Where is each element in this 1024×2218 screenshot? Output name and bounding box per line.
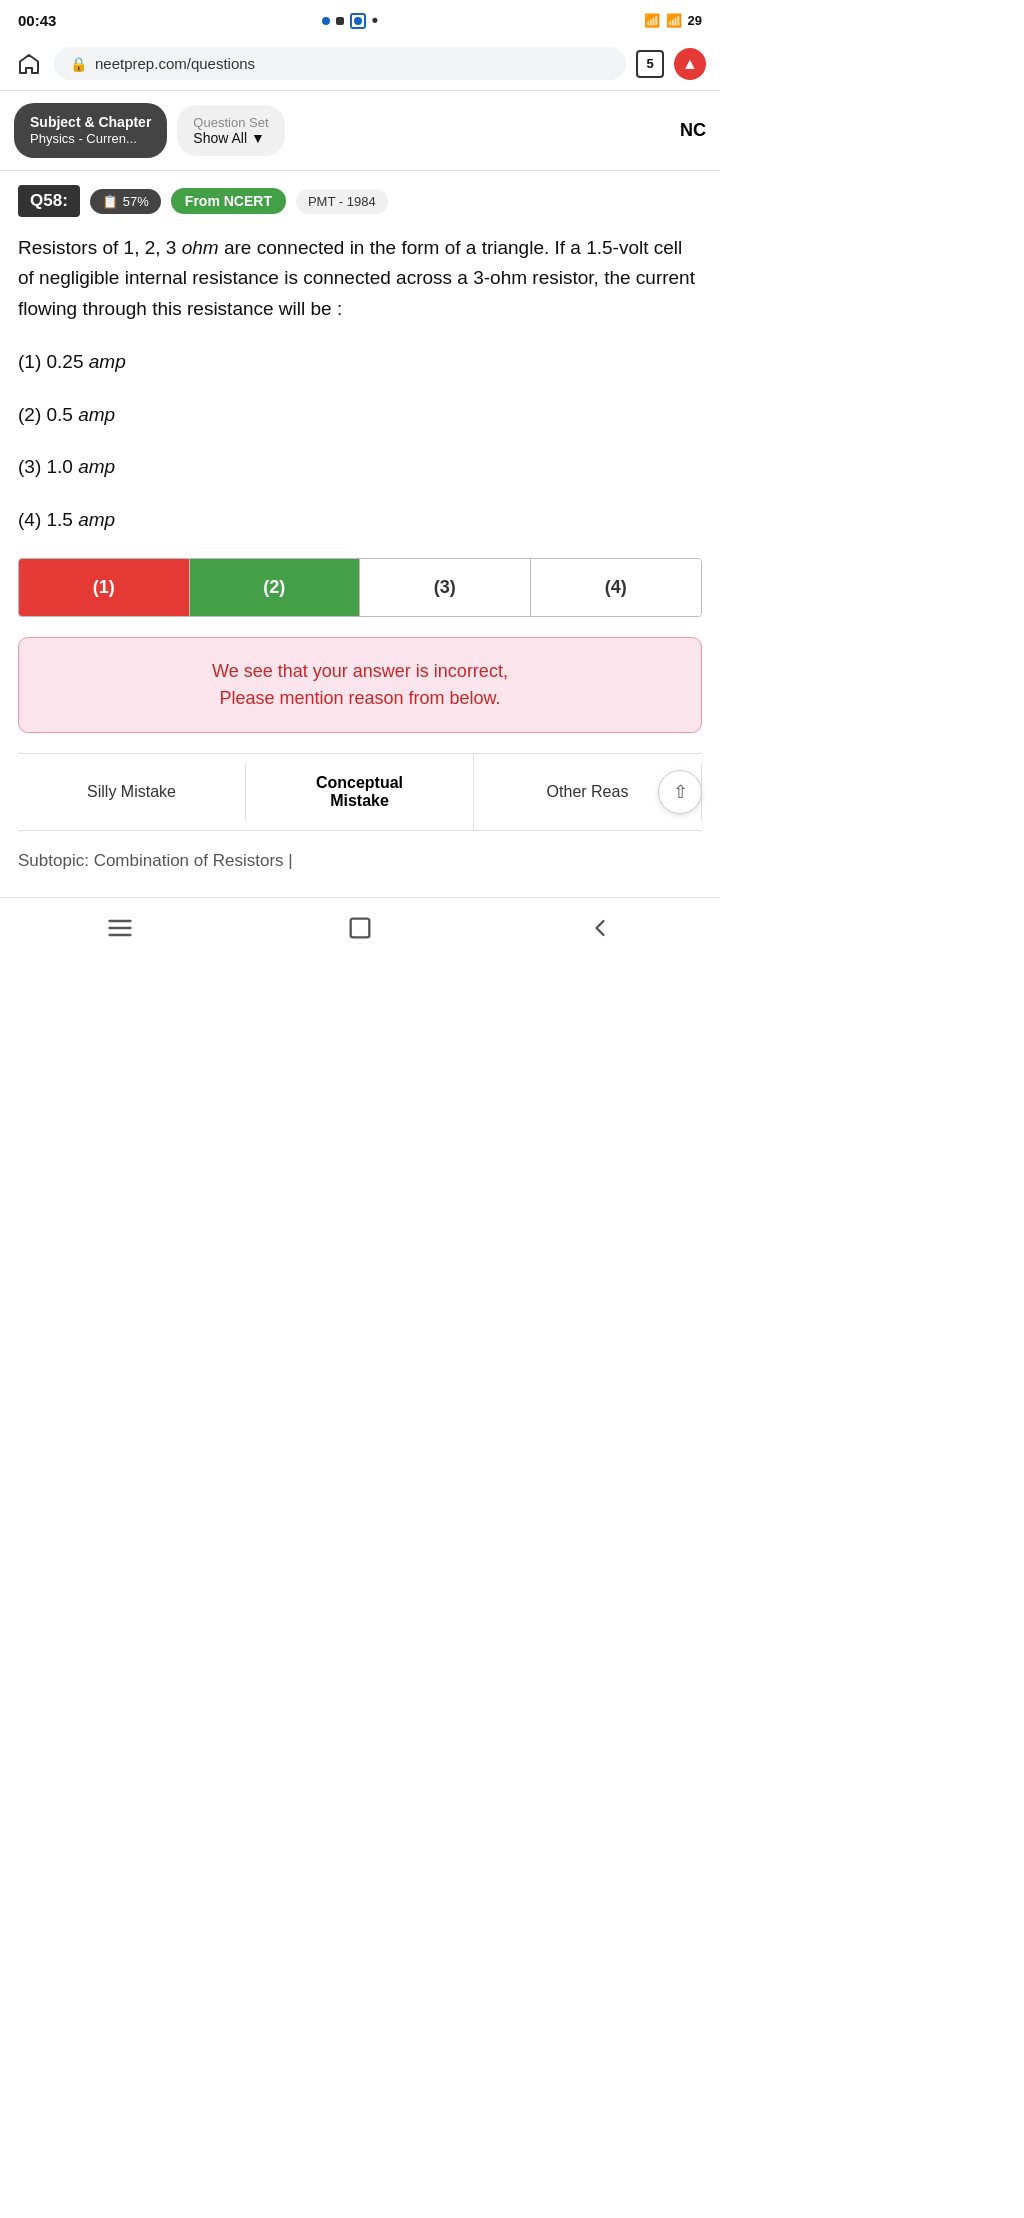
option-3[interactable]: (3) 1.0 amp: [18, 449, 702, 486]
status-bar: 00:43 • 📶 📶 29: [0, 0, 720, 37]
url-text: neetprep.com/questions: [95, 55, 255, 72]
answer-grid: (1) (2) (3) (4): [18, 558, 702, 617]
subject-chapter-value: Physics - Curren...: [30, 131, 151, 148]
wifi-icon: 📶: [644, 13, 660, 28]
incorrect-text-line2: Please mention reason from below.: [41, 685, 679, 712]
scroll-up-circle[interactable]: ⇧: [658, 770, 702, 814]
reason-silly-mistake[interactable]: Silly Mistake: [18, 763, 246, 821]
ncert-badge: From NCERT: [171, 188, 286, 214]
question-badge-row: Q58: 📋 57% From NCERT PMT - 1984: [18, 185, 702, 217]
indicator-dot-black: [336, 17, 344, 25]
option-3-unit: amp: [78, 456, 115, 477]
option-3-num: (3): [18, 456, 47, 477]
option-2-num: (2): [18, 404, 47, 425]
home-icon[interactable]: [14, 49, 44, 79]
option-1-unit: amp: [89, 351, 126, 372]
option-1-num: (1): [18, 351, 47, 372]
url-bar[interactable]: 🔒 neetprep.com/questions: [54, 47, 626, 80]
option-2[interactable]: (2) 0.5 amp: [18, 397, 702, 434]
nc-tab[interactable]: NC: [680, 120, 706, 141]
option-2-unit: amp: [78, 404, 115, 425]
answer-btn-1[interactable]: (1): [19, 559, 190, 616]
nav-tabs: Subject & Chapter Physics - Curren... Qu…: [0, 91, 720, 171]
answer-btn-2[interactable]: (2): [190, 559, 361, 616]
chevron-down-icon: ▼: [251, 130, 265, 146]
indicator-dot-blue: [322, 17, 330, 25]
status-time: 00:43: [18, 12, 56, 29]
status-right: 📶 📶 29: [644, 13, 702, 28]
copy-icon: 📋: [102, 194, 118, 209]
reason-row: Silly Mistake ConceptualMistake Other Re…: [18, 753, 702, 831]
question-number-badge: Q58:: [18, 185, 80, 217]
subtopic-value: Combination of Resistors |: [94, 851, 293, 870]
question-set-label: Question Set: [193, 115, 268, 130]
signal-icon: 📶: [666, 13, 682, 28]
bottom-nav-menu[interactable]: [106, 914, 134, 942]
battery-label: 29: [688, 13, 702, 28]
subtopic-prefix: Subtopic:: [18, 851, 89, 870]
answer-btn-4[interactable]: (4): [531, 559, 702, 616]
incorrect-banner: We see that your answer is incorrect, Pl…: [18, 637, 702, 733]
subtopic: Subtopic: Combination of Resistors |: [0, 851, 720, 887]
option-1[interactable]: (1) 0.25 amp: [18, 344, 702, 381]
tab-count[interactable]: 5: [636, 50, 664, 78]
browser-bar: 🔒 neetprep.com/questions 5 ▲: [0, 37, 720, 91]
status-indicators: •: [322, 10, 378, 31]
option-1-value: 0.25: [47, 351, 89, 372]
reason-conceptual-mistake[interactable]: ConceptualMistake: [246, 754, 474, 830]
copy-percent: 57%: [123, 194, 149, 209]
question-area: Q58: 📋 57% From NCERT PMT - 1984 Resisto…: [0, 171, 720, 831]
question-set-value: Show All ▼: [193, 130, 268, 146]
option-3-value: 1.0: [47, 456, 79, 477]
copy-badge: 📋 57%: [90, 189, 161, 214]
subject-chapter-label: Subject & Chapter: [30, 113, 151, 131]
pmt-badge: PMT - 1984: [296, 189, 388, 214]
indicator-dot-square: [350, 13, 366, 29]
bottom-nav-back[interactable]: [586, 914, 614, 942]
question-text: Resistors of 1, 2, 3 ohm are connected i…: [18, 233, 702, 324]
lock-icon: 🔒: [70, 56, 87, 72]
option-4-num: (4): [18, 509, 47, 530]
option-4-unit: amp: [78, 509, 115, 530]
option-4-value: 1.5: [47, 509, 79, 530]
up-button[interactable]: ▲: [674, 48, 706, 80]
svg-rect-3: [351, 919, 370, 938]
bottom-nav: [0, 897, 720, 962]
incorrect-text-line1: We see that your answer is incorrect,: [41, 658, 679, 685]
indicator-dot-small: •: [372, 10, 378, 31]
bottom-nav-home[interactable]: [346, 914, 374, 942]
answer-btn-3[interactable]: (3): [360, 559, 531, 616]
subject-chapter-tab[interactable]: Subject & Chapter Physics - Curren...: [14, 103, 167, 158]
option-4[interactable]: (4) 1.5 amp: [18, 502, 702, 539]
question-set-tab[interactable]: Question Set Show All ▼: [177, 105, 284, 156]
option-2-value: 0.5: [47, 404, 79, 425]
